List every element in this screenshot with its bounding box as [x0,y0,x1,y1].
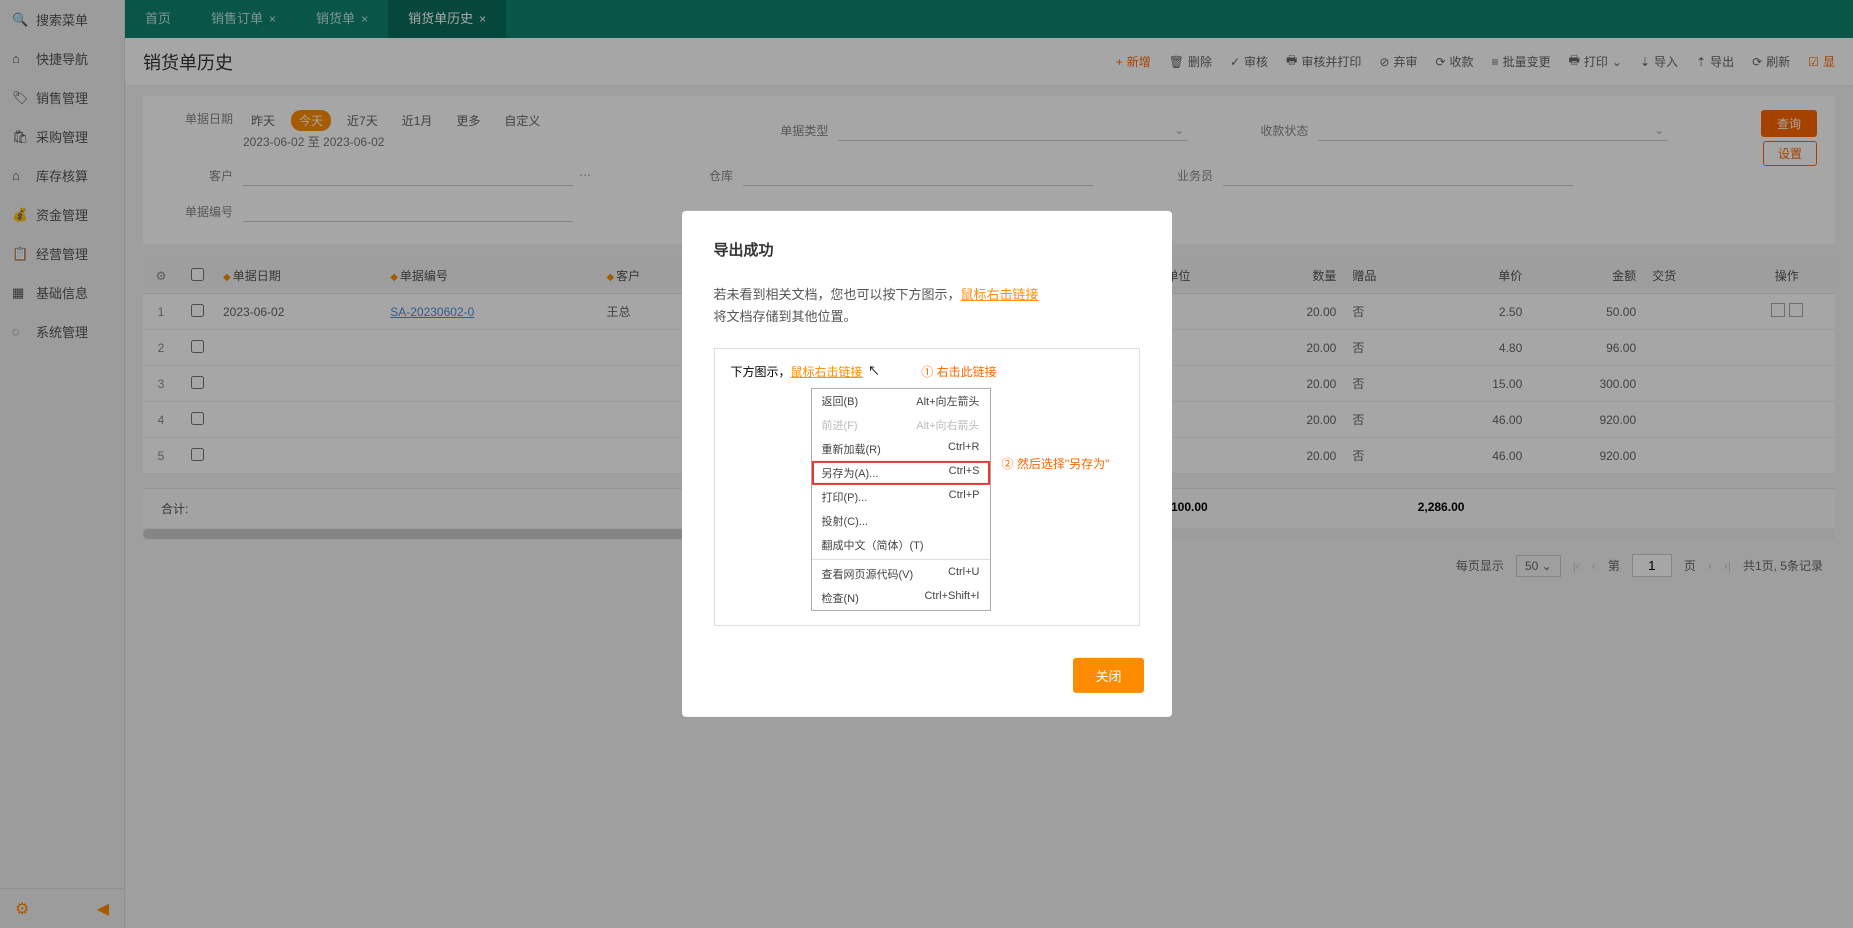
modal-close-button[interactable]: 关闭 [1073,658,1143,693]
export-success-modal: 导出成功 若未看到相关文档，您也可以按下方图示，鼠标右击链接 将文档存储到其他位… [682,211,1172,717]
modal-description: 若未看到相关文档，您也可以按下方图示，鼠标右击链接 将文档存储到其他位置。 [714,284,1140,328]
annotation-2: ② 然后选择"另存为" [1002,455,1110,472]
context-menu-item: 前进(F)Alt+向右箭头 [812,413,990,437]
context-menu-separator [812,559,990,560]
context-menu-illustration: ② 然后选择"另存为" 返回(B)Alt+向左箭头前进(F)Alt+向右箭头重新… [811,388,991,611]
context-menu-item: 打印(P)...Ctrl+P [812,485,990,509]
context-menu-item: 翻成中文（简体）(T) [812,533,990,557]
cursor-icon: ↖ [868,364,880,378]
context-menu-item: 投射(C)... [812,509,990,533]
modal-desc-link[interactable]: 鼠标右击链接 [961,287,1039,302]
context-menu-item: 另存为(A)...Ctrl+S [812,461,990,485]
context-menu-item: 检查(N)Ctrl+Shift+I [812,586,990,610]
context-menu-item: 返回(B)Alt+向左箭头 [812,389,990,413]
instruction-box: 下方图示，鼠标右击链接 ↖ ① 右击此链接 ② 然后选择"另存为" 返回(B)A… [714,348,1140,626]
context-menu-item: 重新加载(R)Ctrl+R [812,437,990,461]
context-menu-item: 查看网页源代码(V)Ctrl+U [812,562,990,586]
annotation-1: ① 右击此链接 [921,365,996,379]
modal-title: 导出成功 [714,239,1140,260]
instruction-link: 鼠标右击链接 [791,365,863,379]
